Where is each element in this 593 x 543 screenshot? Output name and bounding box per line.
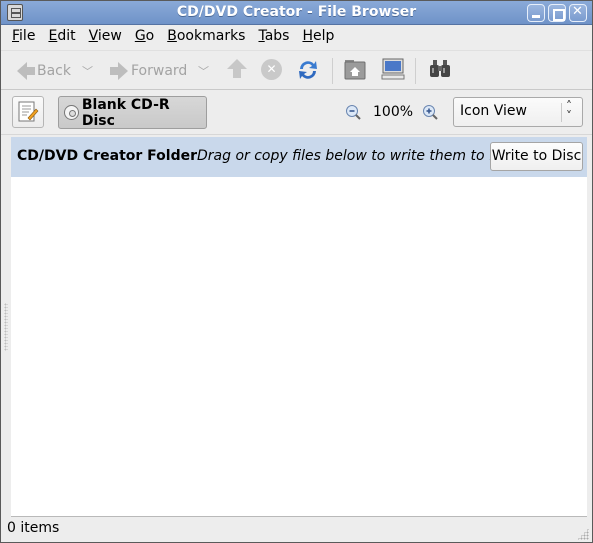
menu-view[interactable]: View — [89, 26, 122, 48]
toggle-location-entry-button[interactable] — [12, 96, 44, 128]
home-icon[interactable] — [344, 57, 366, 81]
menu-go-mnemonic: G — [134, 28, 146, 44]
menu-view-mnemonic: V — [88, 28, 98, 44]
reload-icon[interactable] — [296, 58, 320, 82]
chevron-down-icon: ﹀ — [82, 65, 93, 78]
menu-help[interactable]: Help — [302, 26, 334, 48]
edit-document-icon — [18, 101, 39, 122]
location-bar: Blank CD-R Disc 100% Icon View ˄ ˅ — [1, 91, 592, 135]
menu-file[interactable]: File — [12, 26, 35, 48]
menu-bookmarks-label: ookmarks — [176, 28, 246, 44]
menu-edit[interactable]: Edit — [48, 26, 75, 48]
toolbar-separator — [332, 58, 333, 84]
computer-icon[interactable] — [381, 57, 405, 81]
location-label: Blank CD-R Disc — [81, 96, 170, 129]
menu-bar: File Edit View Go Bookmarks Tabs Help — [1, 26, 592, 48]
menu-bookmarks[interactable]: Bookmarks — [167, 26, 245, 48]
file-browser-window: CD/DVD Creator - File Browser File Edit … — [0, 0, 593, 543]
close-button[interactable] — [569, 4, 587, 22]
item-count-status: 0 items — [7, 520, 60, 536]
resize-grip[interactable] — [577, 528, 589, 540]
forward-arrow-icon-body — [110, 67, 118, 75]
maximize-button[interactable] — [548, 4, 566, 22]
disc-icon — [64, 105, 79, 120]
menu-help-mnemonic: H — [302, 28, 314, 44]
menu-view-label: iew — [97, 28, 122, 44]
zoom-out-icon[interactable] — [345, 104, 361, 120]
status-bar: 0 items — [1, 518, 592, 542]
minimize-button[interactable] — [527, 4, 545, 22]
menu-file-mnemonic: F — [12, 28, 20, 44]
back-arrow-icon — [17, 62, 27, 80]
menu-edit-label: dit — [57, 28, 76, 44]
menu-help-label: elp — [313, 28, 335, 44]
forward-history-dropdown[interactable]: ﹀ — [198, 59, 209, 83]
menu-tabs-label: abs — [264, 28, 290, 44]
menu-go[interactable]: Go — [135, 26, 154, 48]
toolbar: Back ﹀ Forward ﹀ ✕ — [1, 50, 592, 90]
search-icon[interactable] — [428, 57, 452, 81]
cd-creator-info-bar: CD/DVD Creator Folder Drag or copy files… — [11, 137, 587, 177]
zoom-in-icon[interactable] — [422, 104, 438, 120]
menu-edit-mnemonic: E — [48, 28, 58, 44]
zoom-level[interactable]: 100% — [373, 104, 413, 120]
title-bar[interactable]: CD/DVD Creator - File Browser — [1, 1, 592, 25]
menu-tabs[interactable]: Tabs — [258, 26, 289, 48]
view-mode-select[interactable]: Icon View ˄ ˅ — [453, 97, 583, 127]
forward-label: Forward — [131, 63, 188, 79]
up-down-chevron-icon: ˄ ˅ — [566, 99, 572, 123]
stop-icon[interactable]: ✕ — [261, 59, 282, 80]
back-arrow-icon-body — [27, 67, 35, 75]
side-pane-grip[interactable] — [4, 303, 8, 351]
back-label: Back — [37, 63, 71, 79]
file-view-area[interactable] — [11, 177, 587, 517]
location-button-blank-disc[interactable]: Blank CD-R Disc — [58, 96, 207, 129]
info-bar-message: Drag or copy files below to write them t… — [197, 148, 503, 164]
menu-go-label: o — [145, 28, 155, 44]
forward-arrow-icon — [118, 62, 128, 80]
up-icon[interactable] — [227, 59, 247, 81]
toolbar-separator — [415, 58, 416, 84]
window-title: CD/DVD Creator - File Browser — [176, 4, 417, 20]
forward-button[interactable]: Forward — [110, 59, 187, 83]
info-bar-title: CD/DVD Creator Folder — [17, 148, 198, 164]
menu-bookmarks-mnemonic: B — [167, 28, 177, 44]
chevron-down-icon: ﹀ — [198, 65, 209, 78]
back-history-dropdown[interactable]: ﹀ — [82, 59, 93, 83]
write-to-disc-button[interactable]: Write to Disc — [490, 142, 583, 171]
menu-file-label: ile — [19, 28, 36, 44]
view-mode-value: Icon View — [460, 103, 527, 119]
select-divider — [561, 103, 562, 122]
back-button[interactable]: Back — [17, 59, 71, 83]
